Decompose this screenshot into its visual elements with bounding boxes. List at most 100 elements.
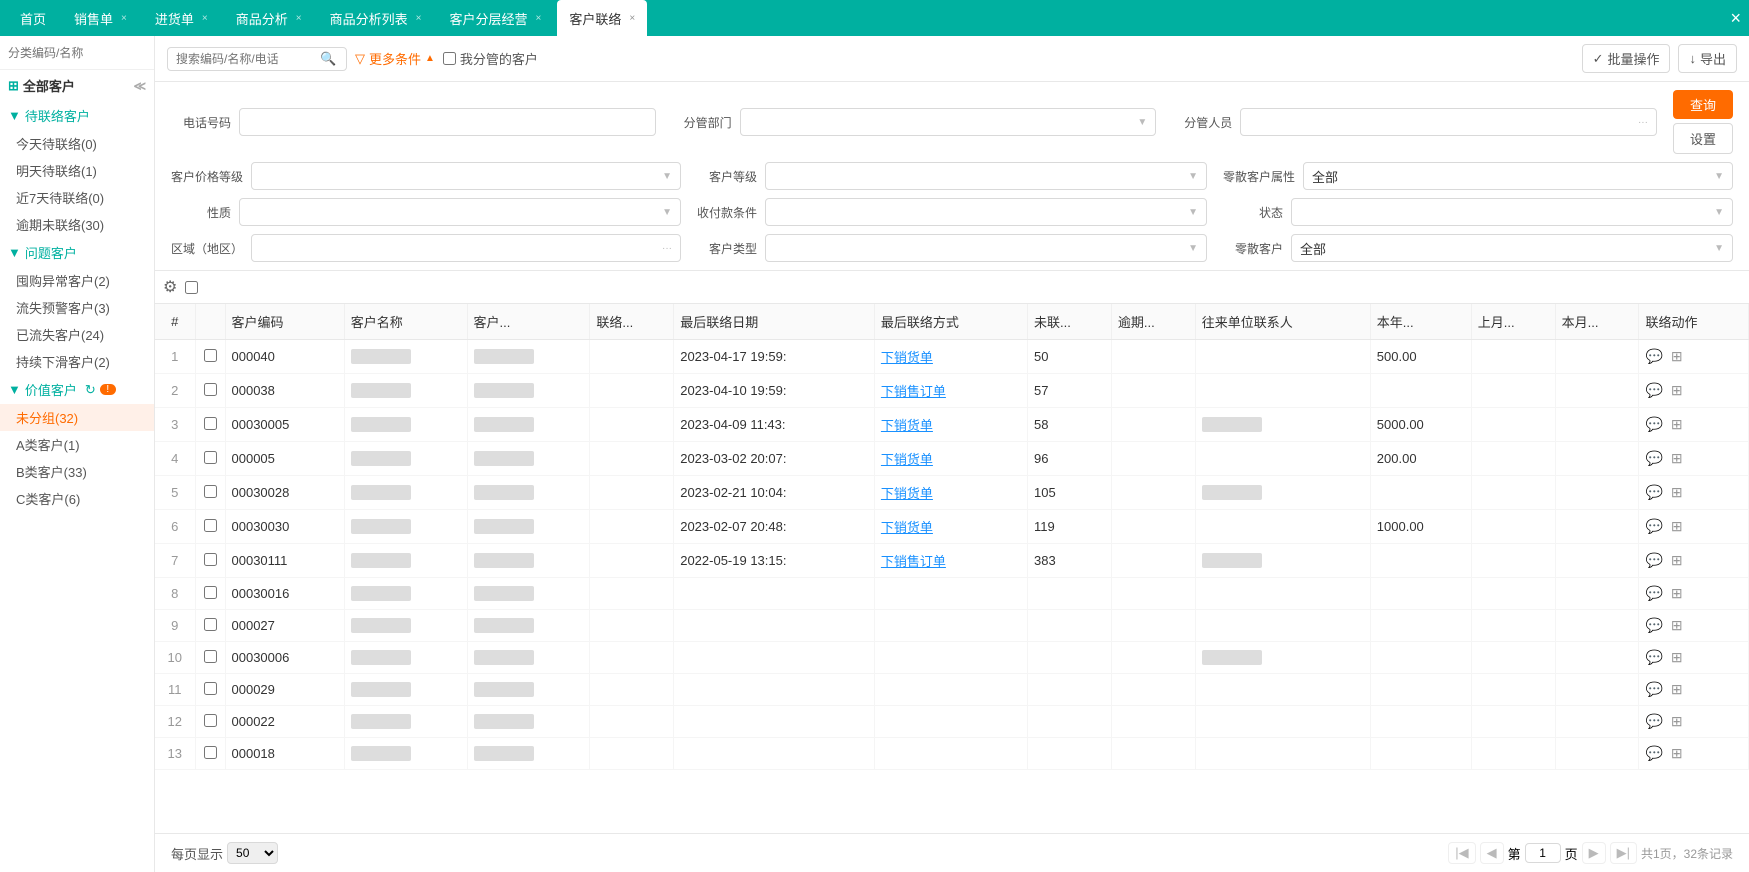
- sidebar-item-churn-warning[interactable]: 流失预警客户(3): [0, 294, 154, 321]
- price-level-select[interactable]: ▼: [251, 162, 681, 190]
- row-checkbox[interactable]: [195, 340, 225, 374]
- action-grid-icon[interactable]: ⊞: [1671, 649, 1683, 666]
- my-customers-check[interactable]: [443, 52, 456, 65]
- action-grid-icon[interactable]: ⊞: [1671, 713, 1683, 730]
- action-message-icon[interactable]: 💬: [1645, 681, 1662, 698]
- sidebar-all-customers[interactable]: ⊞ 全部客户 ≪: [0, 70, 154, 101]
- payment-select[interactable]: ▼: [765, 198, 1207, 226]
- close-all-tabs[interactable]: ×: [1730, 8, 1741, 29]
- action-message-icon[interactable]: 💬: [1645, 649, 1662, 666]
- select-all-checkbox[interactable]: [185, 281, 198, 294]
- sidebar-search-input[interactable]: [8, 46, 155, 60]
- nav-customer-contact-close[interactable]: ×: [629, 13, 635, 24]
- nav-product-list-close[interactable]: ×: [416, 13, 422, 24]
- row-checkbox[interactable]: [195, 610, 225, 642]
- dept-select[interactable]: ▼: [740, 108, 1157, 136]
- row-checkbox[interactable]: [195, 476, 225, 510]
- action-message-icon[interactable]: 💬: [1645, 450, 1662, 467]
- sidebar-item-today-pending[interactable]: 今天待联络(0): [0, 130, 154, 157]
- query-button[interactable]: 查询: [1673, 90, 1733, 119]
- action-grid-icon[interactable]: ⊞: [1671, 450, 1683, 467]
- nav-customer-contact[interactable]: 客户联络 ×: [557, 0, 647, 36]
- nav-home[interactable]: 首页: [8, 0, 58, 36]
- sidebar-item-week-pending[interactable]: 近7天待联络(0): [0, 184, 154, 211]
- row-checkbox[interactable]: [195, 408, 225, 442]
- nav-product-analysis[interactable]: 商品分析 ×: [224, 0, 314, 36]
- sidebar-item-class-a[interactable]: A类客户(1): [0, 431, 154, 458]
- row-checkbox[interactable]: [195, 510, 225, 544]
- action-grid-icon[interactable]: ⊞: [1671, 585, 1683, 602]
- prev-page-btn[interactable]: ◀: [1480, 842, 1504, 864]
- row-checkbox[interactable]: [195, 374, 225, 408]
- action-message-icon[interactable]: 💬: [1645, 617, 1662, 634]
- phone-input[interactable]: [239, 108, 656, 136]
- action-message-icon[interactable]: 💬: [1645, 382, 1662, 399]
- action-grid-icon[interactable]: ⊞: [1671, 617, 1683, 634]
- sidebar-item-overdue-pending[interactable]: 逾期未联络(30): [0, 211, 154, 238]
- current-page-input[interactable]: [1525, 843, 1561, 863]
- row-checkbox[interactable]: [195, 544, 225, 578]
- filter-search-input[interactable]: [176, 52, 316, 66]
- nav-product-analysis-close[interactable]: ×: [296, 13, 302, 24]
- action-grid-icon[interactable]: ⊞: [1671, 518, 1683, 535]
- sidebar-item-class-b[interactable]: B类客户(33): [0, 458, 154, 485]
- zero-customer-select[interactable]: 全部 ▼: [1291, 234, 1733, 262]
- nav-customer-segment-close[interactable]: ×: [535, 13, 541, 24]
- nav-customer-segment[interactable]: 客户分层经营 ×: [437, 0, 553, 36]
- action-message-icon[interactable]: 💬: [1645, 713, 1662, 730]
- row-checkbox[interactable]: [195, 578, 225, 610]
- action-message-icon[interactable]: 💬: [1645, 416, 1662, 433]
- zero-attr-select[interactable]: 全部 ▼: [1303, 162, 1733, 190]
- status-select[interactable]: ▼: [1291, 198, 1733, 226]
- filter-search-box[interactable]: 🔍: [167, 47, 347, 71]
- action-grid-icon[interactable]: ⊞: [1671, 484, 1683, 501]
- batch-operation-btn[interactable]: ✓ 批量操作: [1582, 44, 1671, 73]
- nature-select[interactable]: ▼: [239, 198, 681, 226]
- action-grid-icon[interactable]: ⊞: [1671, 745, 1683, 762]
- action-message-icon[interactable]: 💬: [1645, 552, 1662, 569]
- filter-search-icon[interactable]: 🔍: [320, 51, 336, 67]
- action-message-icon[interactable]: 💬: [1645, 348, 1662, 365]
- action-message-icon[interactable]: 💬: [1645, 484, 1662, 501]
- action-grid-icon[interactable]: ⊞: [1671, 348, 1683, 365]
- action-grid-icon[interactable]: ⊞: [1671, 552, 1683, 569]
- sidebar-search-box[interactable]: 🔍: [0, 36, 154, 70]
- sidebar-pending-group[interactable]: ▼ 待联络客户: [0, 101, 154, 130]
- nav-product-analysis-list[interactable]: 商品分析列表 ×: [318, 0, 434, 36]
- sidebar-value-group[interactable]: ▼ 价值客户 ↻ !: [0, 375, 154, 404]
- area-select[interactable]: ···: [251, 234, 681, 262]
- first-page-btn[interactable]: |◀: [1448, 842, 1475, 864]
- row-checkbox[interactable]: [195, 738, 225, 770]
- action-grid-icon[interactable]: ⊞: [1671, 382, 1683, 399]
- action-message-icon[interactable]: 💬: [1645, 585, 1662, 602]
- next-page-btn[interactable]: ▶: [1582, 842, 1606, 864]
- nav-sales[interactable]: 销售单 ×: [62, 0, 139, 36]
- sidebar-item-tomorrow-pending[interactable]: 明天待联络(1): [0, 157, 154, 184]
- row-checkbox[interactable]: [195, 706, 225, 738]
- action-message-icon[interactable]: 💬: [1645, 518, 1662, 535]
- refresh-icon[interactable]: ↻: [85, 382, 96, 398]
- action-message-icon[interactable]: 💬: [1645, 745, 1662, 762]
- collapse-sidebar-icon[interactable]: ≪: [133, 79, 146, 93]
- nav-purchase-close[interactable]: ×: [202, 13, 208, 24]
- action-grid-icon[interactable]: ⊞: [1671, 681, 1683, 698]
- nav-sales-close[interactable]: ×: [121, 13, 127, 24]
- export-btn[interactable]: ↓ 导出: [1678, 44, 1737, 73]
- my-customers-checkbox[interactable]: 我分管的客户: [443, 49, 538, 68]
- sidebar-item-ungrouped[interactable]: 未分组(32): [0, 404, 154, 431]
- sidebar-item-churned[interactable]: 已流失客户(24): [0, 321, 154, 348]
- row-checkbox[interactable]: [195, 642, 225, 674]
- reset-button[interactable]: 设置: [1673, 123, 1733, 154]
- sidebar-item-abnormal[interactable]: 囤购异常客户(2): [0, 267, 154, 294]
- per-page-select[interactable]: 50 100 200: [227, 842, 278, 864]
- filter-more-btn[interactable]: ▽ 更多条件 ▲: [355, 49, 435, 68]
- sidebar-item-class-c[interactable]: C类客户(6): [0, 485, 154, 512]
- row-checkbox[interactable]: [195, 442, 225, 476]
- last-page-btn[interactable]: ▶|: [1610, 842, 1637, 864]
- action-grid-icon[interactable]: ⊞: [1671, 416, 1683, 433]
- sidebar-problem-group[interactable]: ▼ 问题客户: [0, 238, 154, 267]
- row-checkbox[interactable]: [195, 674, 225, 706]
- customer-level-select[interactable]: ▼: [765, 162, 1207, 190]
- customer-type-select[interactable]: ▼: [765, 234, 1207, 262]
- sidebar-item-declining[interactable]: 持续下滑客户(2): [0, 348, 154, 375]
